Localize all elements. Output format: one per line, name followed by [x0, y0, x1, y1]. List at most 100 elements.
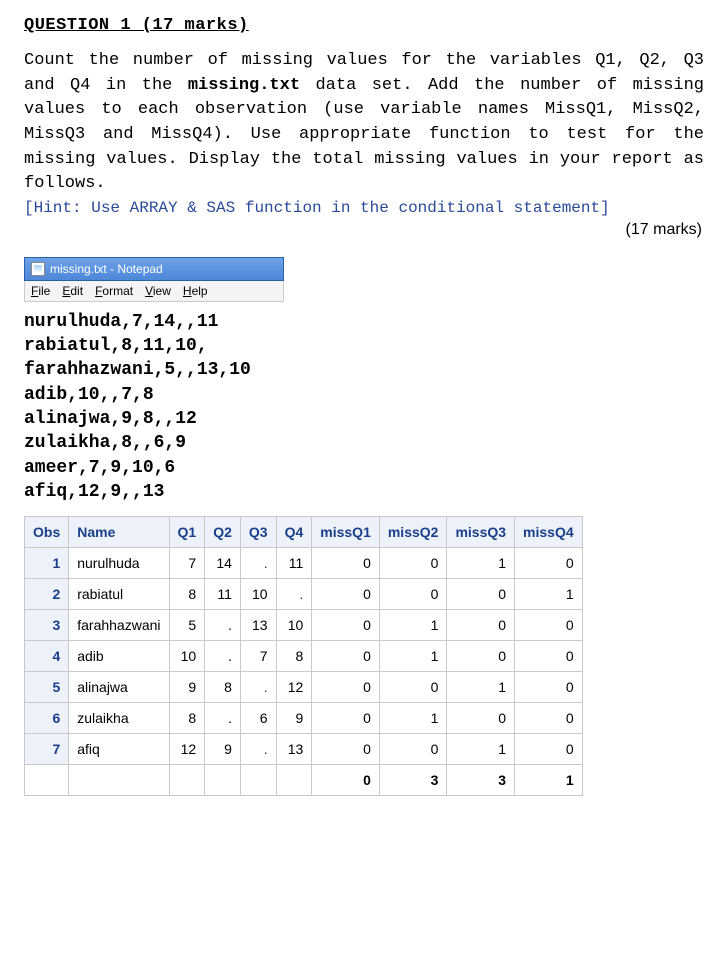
table-row: 6zulaikha8.690100 — [25, 703, 583, 734]
table-cell: 9 — [169, 672, 205, 703]
table-cell: 0 — [447, 641, 515, 672]
notepad-menu-help[interactable]: Help — [183, 284, 208, 298]
footer-q3 — [240, 765, 276, 796]
table-cell: . — [240, 548, 276, 579]
table-cell: 8 — [169, 579, 205, 610]
table-cell: 9 — [205, 734, 241, 765]
table-cell: 9 — [276, 703, 312, 734]
footer-missq2: 3 — [379, 765, 447, 796]
table-row: 5alinajwa98.120010 — [25, 672, 583, 703]
table-cell: 1 — [515, 579, 583, 610]
footer-missq1: 0 — [312, 765, 380, 796]
table-cell: 1 — [25, 548, 69, 579]
table-cell: 0 — [312, 703, 380, 734]
col-q2: Q2 — [205, 517, 241, 548]
table-cell: 0 — [312, 610, 380, 641]
table-cell: 0 — [312, 672, 380, 703]
table-header-row: Obs Name Q1 Q2 Q3 Q4 missQ1 missQ2 missQ… — [25, 517, 583, 548]
table-cell: 8 — [276, 641, 312, 672]
table-cell: 7 — [240, 641, 276, 672]
col-q4: Q4 — [276, 517, 312, 548]
footer-q1 — [169, 765, 205, 796]
table-cell: 4 — [25, 641, 69, 672]
notepad-titlebar: missing.txt - Notepad — [24, 257, 284, 281]
table-cell: 14 — [205, 548, 241, 579]
footer-obs — [25, 765, 69, 796]
footer-q2 — [205, 765, 241, 796]
table-cell: 0 — [312, 579, 380, 610]
notepad-menu-edit[interactable]: Edit — [62, 284, 83, 298]
table-row: 2rabiatul81110.0001 — [25, 579, 583, 610]
table-cell: 0 — [447, 703, 515, 734]
table-cell: . — [276, 579, 312, 610]
table-cell: 0 — [379, 579, 447, 610]
table-cell: 0 — [515, 610, 583, 641]
marks-label: (17 marks) — [24, 221, 704, 239]
table-cell: 8 — [205, 672, 241, 703]
table-cell: 0 — [312, 641, 380, 672]
footer-q4 — [276, 765, 312, 796]
table-cell: 1 — [379, 641, 447, 672]
table-row: 3farahhazwani5.13100100 — [25, 610, 583, 641]
table-cell: 0 — [515, 734, 583, 765]
table-cell: 11 — [205, 579, 241, 610]
notepad-window: missing.txt - Notepad File Edit Format V… — [24, 257, 284, 302]
table-cell: 6 — [240, 703, 276, 734]
table-cell: 1 — [379, 610, 447, 641]
table-row: 7afiq129.130010 — [25, 734, 583, 765]
col-missq4: missQ4 — [515, 517, 583, 548]
table-cell: 0 — [447, 579, 515, 610]
table-cell: nurulhuda — [69, 548, 169, 579]
table-cell: 0 — [312, 734, 380, 765]
table-cell: 5 — [169, 610, 205, 641]
table-cell: 10 — [169, 641, 205, 672]
notepad-menu-format[interactable]: Format — [95, 284, 133, 298]
table-cell: 6 — [25, 703, 69, 734]
table-row: 1nurulhuda714.110010 — [25, 548, 583, 579]
table-cell: 10 — [240, 579, 276, 610]
col-name: Name — [69, 517, 169, 548]
table-cell: 13 — [276, 734, 312, 765]
table-cell: farahhazwani — [69, 610, 169, 641]
question-title: QUESTION 1 (17 marks) — [24, 16, 704, 35]
footer-name — [69, 765, 169, 796]
table-cell: 12 — [276, 672, 312, 703]
col-q3: Q3 — [240, 517, 276, 548]
table-cell: 2 — [25, 579, 69, 610]
table-cell: 0 — [447, 610, 515, 641]
col-missq2: missQ2 — [379, 517, 447, 548]
table-cell: 1 — [447, 734, 515, 765]
table-cell: 7 — [25, 734, 69, 765]
table-cell: . — [205, 610, 241, 641]
table-cell: 0 — [515, 672, 583, 703]
table-cell: 11 — [276, 548, 312, 579]
table-cell: 0 — [379, 734, 447, 765]
question-body: Count the number of missing values for t… — [24, 49, 704, 197]
table-cell: 0 — [379, 548, 447, 579]
table-cell: 1 — [379, 703, 447, 734]
notepad-title-text: missing.txt - Notepad — [50, 262, 163, 276]
col-missq1: missQ1 — [312, 517, 380, 548]
table-cell: adib — [69, 641, 169, 672]
table-cell: 1 — [447, 548, 515, 579]
col-q1: Q1 — [169, 517, 205, 548]
table-footer-row: 0 3 3 1 — [25, 765, 583, 796]
table-cell: 3 — [25, 610, 69, 641]
table-cell: 0 — [379, 672, 447, 703]
table-cell: alinajwa — [69, 672, 169, 703]
table-cell: 0 — [312, 548, 380, 579]
table-cell: 10 — [276, 610, 312, 641]
notepad-menu-view[interactable]: View — [145, 284, 171, 298]
body-bold-filename: missing.txt — [188, 76, 300, 95]
table-cell: 5 — [25, 672, 69, 703]
table-cell: 13 — [240, 610, 276, 641]
table-cell: 0 — [515, 703, 583, 734]
table-cell: 12 — [169, 734, 205, 765]
table-cell: 0 — [515, 548, 583, 579]
table-cell: afiq — [69, 734, 169, 765]
notepad-menubar[interactable]: File Edit Format View Help — [24, 281, 284, 302]
notepad-menu-file[interactable]: File — [31, 284, 50, 298]
col-missq3: missQ3 — [447, 517, 515, 548]
table-cell: . — [240, 672, 276, 703]
notepad-icon — [31, 262, 45, 276]
